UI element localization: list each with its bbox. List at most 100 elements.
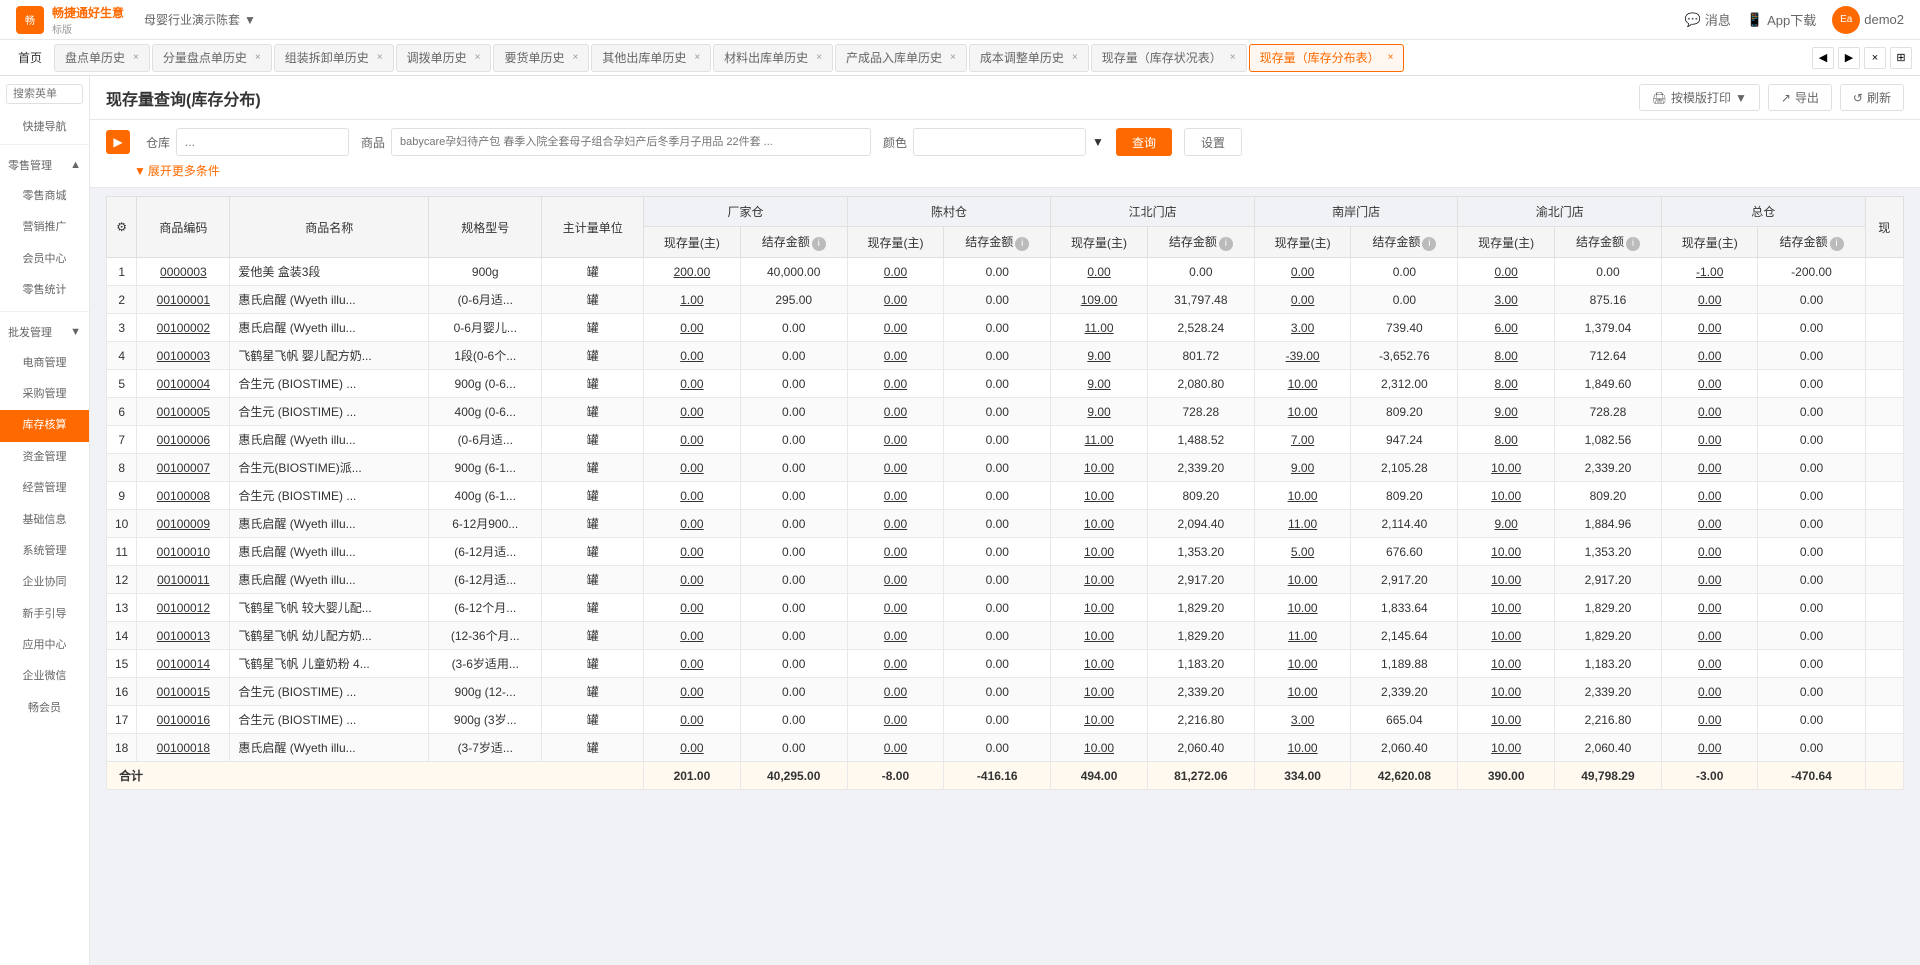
industry-selector[interactable]: 母婴行业演示陈套 ▼	[144, 11, 256, 28]
tab-9[interactable]: 成本调整单历史 ×	[969, 44, 1089, 72]
sidebar-item-guide[interactable]: 新手引导	[0, 599, 89, 630]
row-yb-amt: 1,082.56	[1554, 426, 1661, 454]
row-f-qty: 0.00	[644, 510, 740, 538]
row-yb-amt: 1,849.60	[1554, 370, 1661, 398]
app-download-btn[interactable]: 📱 App下载	[1747, 10, 1816, 29]
expand-conditions-btn[interactable]: ▼ 展开更多条件	[134, 162, 1904, 179]
tab-close-all-btn[interactable]: ×	[1864, 47, 1886, 69]
row-na-amt: 1,189.88	[1351, 650, 1458, 678]
row-na-amt: 2,312.00	[1351, 370, 1458, 398]
sidebar-item-retail-stats[interactable]: 零售统计	[0, 275, 89, 306]
tab-10[interactable]: 现存量（库存状况表） ×	[1091, 44, 1247, 72]
user-avatar[interactable]: Ea demo2	[1832, 6, 1904, 34]
row-total-amt: 0.00	[1758, 454, 1865, 482]
row-c-amt: 0.00	[944, 734, 1051, 762]
color-input[interactable]	[913, 128, 1086, 156]
tab-next-btn[interactable]: ▶	[1838, 47, 1860, 69]
row-unit: 罐	[542, 678, 644, 706]
col-na-qty: 现存量(主)	[1254, 227, 1350, 258]
print-btn[interactable]: 🖨 按模版打印 ▼	[1639, 84, 1760, 111]
tab-3[interactable]: 组装拆卸单历史 ×	[274, 44, 394, 72]
row-na-amt: 2,060.40	[1351, 734, 1458, 762]
row-extra	[1865, 342, 1903, 370]
sidebar-quick-nav[interactable]: 快捷导航	[0, 112, 89, 140]
filter-row-1: ▶ 仓库 商品 颜色 ▼ 查询 设置	[106, 128, 1904, 156]
sidebar-item-retail-mgmt[interactable]: 零售管理▲	[0, 149, 89, 181]
row-na-amt: 2,145.64	[1351, 622, 1458, 650]
tab-5[interactable]: 要货单历史 ×	[493, 44, 589, 72]
row-na-amt: 809.20	[1351, 482, 1458, 510]
message-btn[interactable]: 💬 消息	[1685, 10, 1731, 29]
sidebar-item-marketing[interactable]: 营销推广	[0, 212, 89, 243]
row-f-amt: 0.00	[740, 594, 847, 622]
row-f-qty: 0.00	[644, 482, 740, 510]
sidebar-item-member2[interactable]: 畅会员	[0, 693, 89, 724]
sidebar-item-member[interactable]: 会员中心	[0, 244, 89, 275]
sidebar-item-operations[interactable]: 经营管理	[0, 473, 89, 504]
tab-7[interactable]: 材料出库单历史 ×	[713, 44, 833, 72]
table-row: 1 0000003 爱他美 盒装3段 900g 罐 200.00 40,000.…	[107, 258, 1904, 286]
sidebar-item-retail-mall[interactable]: 零售商城	[0, 181, 89, 212]
sidebar-item-basic-info[interactable]: 基础信息	[0, 505, 89, 536]
row-name: 惠氏启醒 (Wyeth illu...	[230, 510, 429, 538]
tab-6[interactable]: 其他出库单历史 ×	[591, 44, 711, 72]
row-yb-amt: 809.20	[1554, 482, 1661, 510]
main-layout: 快捷导航 零售管理▲ 零售商城 营销推广 会员中心 零售统计 批发管理▼ 电商管…	[0, 76, 1920, 965]
warehouse-input[interactable]	[176, 128, 349, 156]
row-c-qty: 0.00	[847, 538, 943, 566]
tab-expand-btn[interactable]: ⊞	[1890, 47, 1912, 69]
sidebar-item-ecommerce[interactable]: 电商管理	[0, 348, 89, 379]
tab-11[interactable]: 现存量（库存分布表） ×	[1249, 44, 1405, 72]
tab-prev-btn[interactable]: ◀	[1812, 47, 1834, 69]
refresh-btn[interactable]: ↺ 刷新	[1840, 84, 1904, 111]
goods-input[interactable]	[391, 128, 871, 156]
filter-expand-row: ▼ 展开更多条件	[106, 162, 1904, 179]
filter-expand-arrow[interactable]: ▶	[106, 130, 130, 154]
sidebar-item-finance[interactable]: 资金管理	[0, 442, 89, 473]
search-input[interactable]	[6, 84, 83, 104]
tab-2[interactable]: 分量盘点单历史 ×	[152, 44, 272, 72]
sidebar-item-system[interactable]: 系统管理	[0, 536, 89, 567]
row-yb-amt: 875.16	[1554, 286, 1661, 314]
row-na-amt: 809.20	[1351, 398, 1458, 426]
row-jb-qty: 9.00	[1051, 342, 1147, 370]
export-btn[interactable]: ↗ 导出	[1768, 84, 1832, 111]
table-row: 18 00100018 惠氏启醒 (Wyeth illu... (3-7岁适..…	[107, 734, 1904, 762]
row-total-amt: 0.00	[1758, 286, 1865, 314]
table-row: 7 00100006 惠氏启醒 (Wyeth illu... (0-6月适...…	[107, 426, 1904, 454]
col-name-header: 商品名称	[230, 197, 429, 258]
row-total-amt: 0.00	[1758, 650, 1865, 678]
row-na-qty: 10.00	[1254, 370, 1350, 398]
row-total-qty: 0.00	[1661, 426, 1757, 454]
row-extra	[1865, 538, 1903, 566]
sidebar-item-enterprise[interactable]: 企业协同	[0, 567, 89, 598]
row-jb-amt: 2,060.40	[1147, 734, 1254, 762]
row-spec: 1段(0-6个...	[429, 342, 542, 370]
row-total-amt: 0.00	[1758, 510, 1865, 538]
row-jb-amt: 1,353.20	[1147, 538, 1254, 566]
tab-1[interactable]: 盘点单历史 ×	[54, 44, 150, 72]
sidebar-item-purchase[interactable]: 采购管理	[0, 379, 89, 410]
row-no: 14	[107, 622, 137, 650]
row-f-amt: 0.00	[740, 734, 847, 762]
row-na-qty: 11.00	[1254, 622, 1350, 650]
table-row: 4 00100003 飞鹤星飞帆 婴儿配方奶... 1段(0-6个... 罐 0…	[107, 342, 1904, 370]
table-row: 8 00100007 合生元(BIOSTIME)派... 900g (6-1..…	[107, 454, 1904, 482]
sidebar-item-wholesale-mgmt[interactable]: 批发管理▼	[0, 316, 89, 348]
row-na-qty: 7.00	[1254, 426, 1350, 454]
tab-8[interactable]: 产成品入库单历史 ×	[835, 44, 967, 72]
sidebar-item-inventory[interactable]: 库存核算	[0, 410, 89, 441]
sidebar-item-app-center[interactable]: 应用中心	[0, 630, 89, 661]
sum-f-amt: 40,295.00	[740, 762, 847, 790]
settings-btn[interactable]: 设置	[1184, 128, 1242, 156]
query-btn[interactable]: 查询	[1116, 128, 1172, 156]
tab-home[interactable]: 首页	[8, 44, 52, 72]
row-yb-amt: 1,884.96	[1554, 510, 1661, 538]
row-yb-qty: 3.00	[1458, 286, 1554, 314]
col-settings[interactable]: ⚙	[107, 197, 137, 258]
row-c-amt: 0.00	[944, 370, 1051, 398]
tab-4[interactable]: 调拨单历史 ×	[396, 44, 492, 72]
row-unit: 罐	[542, 538, 644, 566]
sidebar-item-wechat[interactable]: 企业微信	[0, 661, 89, 692]
sum-row: 合计 201.00 40,295.00 -8.00 -416.16 494.00…	[107, 762, 1904, 790]
